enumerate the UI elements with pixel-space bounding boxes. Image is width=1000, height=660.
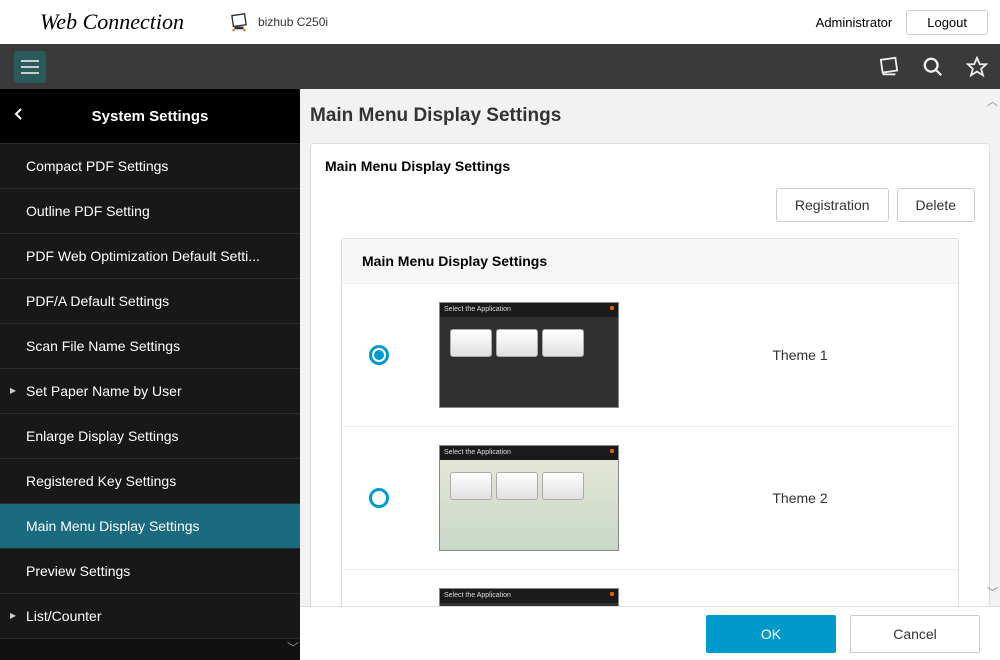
logo: Web Connection [40, 9, 184, 35]
menu-toggle-button[interactable] [14, 51, 46, 83]
logout-button[interactable]: Logout [906, 10, 988, 35]
sidebar-item[interactable]: Scan File Name Settings [0, 324, 300, 369]
theme-radio[interactable] [369, 488, 389, 508]
cancel-button[interactable]: Cancel [850, 615, 980, 653]
delete-button[interactable]: Delete [897, 188, 975, 222]
theme-label: Theme 1 [654, 347, 946, 363]
theme-preview: Select the Application [439, 445, 619, 551]
search-icon[interactable] [922, 56, 944, 78]
theme-row: Select the Application Theme 2 [342, 426, 958, 569]
page-title: Main Menu Display Settings [300, 89, 1000, 143]
sidebar-item[interactable]: Compact PDF Settings [0, 144, 300, 189]
top-header: Web Connection bizhub C250i Administrato… [0, 0, 1000, 44]
sidebar-item[interactable]: Set Paper Name by User [0, 369, 300, 414]
registration-button[interactable]: Registration [776, 188, 889, 222]
device-label: bizhub C250i [258, 15, 328, 29]
scroll-down-icon[interactable]: ﹀ [287, 639, 299, 656]
sidebar-item[interactable]: Outline PDF Setting [0, 189, 300, 234]
ok-button[interactable]: OK [706, 615, 836, 653]
settings-card: Main Menu Display Settings Registration … [310, 143, 990, 606]
theme-preview: Select the Application [439, 588, 619, 606]
sidebar-item[interactable]: PDF/A Default Settings [0, 279, 300, 324]
theme-label: Theme 2 [654, 490, 946, 506]
toolbar [0, 44, 1000, 89]
back-icon[interactable] [14, 107, 24, 126]
sidebar-item[interactable]: PDF Web Optimization Default Setti... [0, 234, 300, 279]
theme-preview: Select the Application [439, 302, 619, 408]
main-panel: ︿ Main Menu Display Settings Main Menu D… [300, 89, 1000, 660]
footer-bar: OK Cancel [300, 606, 1000, 660]
main-scroll-down-icon[interactable]: ﹀ [987, 584, 998, 600]
star-icon[interactable] [966, 56, 988, 78]
role-label: Administrator [816, 15, 893, 30]
scanner-icon[interactable] [878, 56, 900, 78]
theme-radio[interactable] [369, 345, 389, 365]
theme-row: Select the Application Theme 1 [342, 284, 958, 426]
sidebar-item[interactable]: Enlarge Display Settings [0, 414, 300, 459]
sidebar-item[interactable]: Main Menu Display Settings [0, 504, 300, 549]
theme-row: Select the ApplicationTheme 3 [342, 569, 958, 606]
sidebar-item[interactable]: Registered Key Settings [0, 459, 300, 504]
sidebar-list: Compact PDF SettingsOutline PDF SettingP… [0, 144, 300, 660]
device-icon [228, 11, 250, 33]
sidebar: System Settings ︿ Compact PDF SettingsOu… [0, 89, 300, 660]
sidebar-item[interactable]: List/Counter [0, 594, 300, 639]
sidebar-title: System Settings [0, 108, 300, 125]
sidebar-item[interactable]: Preview Settings [0, 549, 300, 594]
inner-card-title: Main Menu Display Settings [342, 239, 958, 284]
card-title: Main Menu Display Settings [311, 144, 989, 188]
sidebar-header: System Settings [0, 89, 300, 144]
theme-list-card: Main Menu Display Settings Select the Ap… [341, 238, 959, 606]
main-scroll-up-icon[interactable]: ︿ [987, 93, 998, 109]
